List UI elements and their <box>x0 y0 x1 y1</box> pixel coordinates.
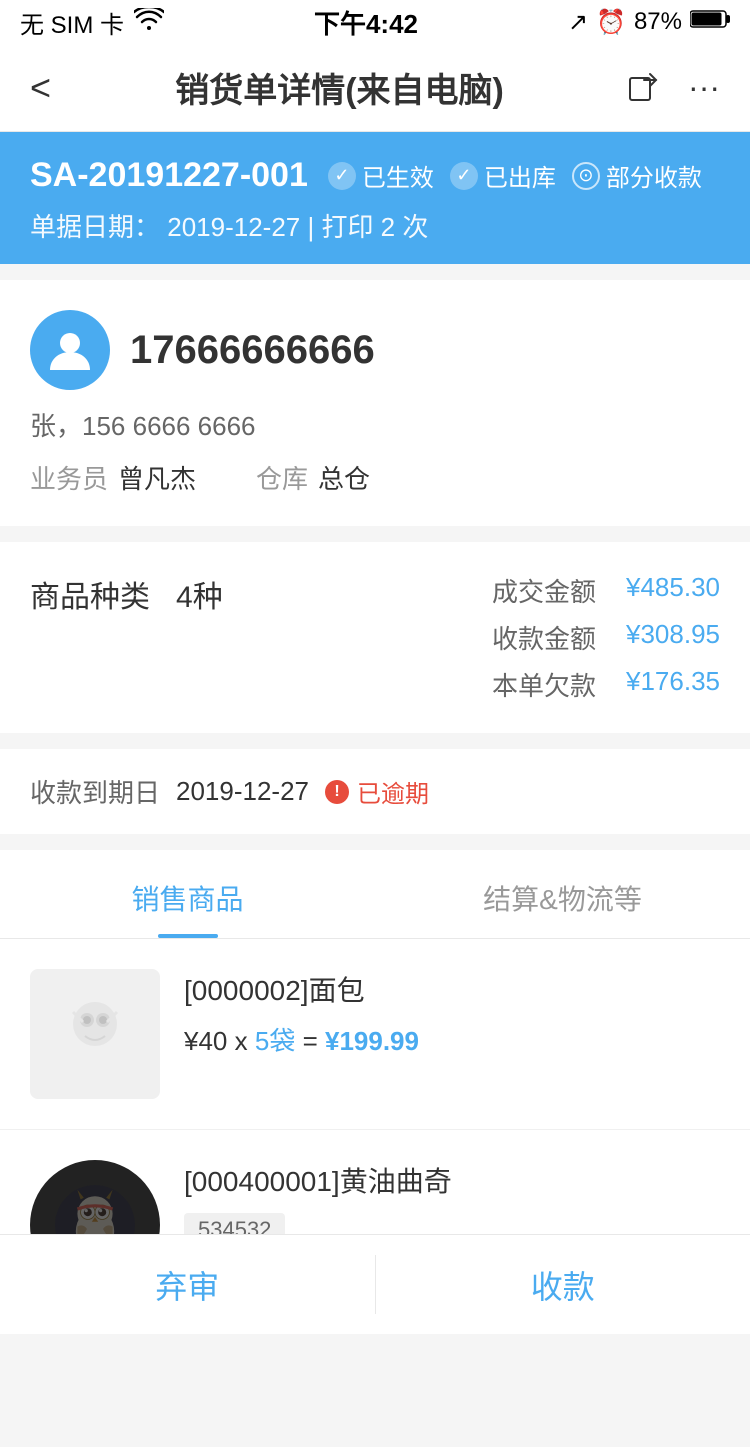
staff-info: 业务员 曾凡杰 <box>30 459 196 496</box>
financial-stats: 成交金额 ¥485.30 收款金额 ¥308.95 本单欠款 ¥176.35 <box>492 572 720 703</box>
warehouse-info: 仓库 总仓 <box>256 459 370 496</box>
due-label: 收款到期日 <box>30 773 160 810</box>
customer-meta: 业务员 曾凡杰 仓库 总仓 <box>30 459 720 496</box>
debt-amount: 本单欠款 ¥176.35 <box>492 666 720 703</box>
header-banner: SA-20191227-001 ✓ 已生效 ✓ 已出库 ⊙ 部分收款 单据日期：… <box>0 132 750 264</box>
more-button[interactable]: ··· <box>688 69 720 106</box>
warehouse-name: 总仓 <box>318 459 370 496</box>
deal-amount-value: ¥485.30 <box>626 572 720 609</box>
page-title: 销货单详情(来自电脑) <box>175 63 504 112</box>
date-label: 单据日期： <box>30 212 160 242</box>
cancel-review-button[interactable]: 弃审 <box>0 1235 375 1334</box>
order-number: SA-20191227-001 <box>30 156 308 195</box>
product-image-1 <box>30 969 160 1099</box>
status-bar: 无 SIM 卡 下午4:42 ↗ ⏰ 87% <box>0 0 750 44</box>
check-icon-1: ✓ <box>328 162 356 190</box>
check-icon-2: ✓ <box>450 162 478 190</box>
customer-avatar <box>30 310 110 390</box>
customer-name-phone: 张，156 6666 6666 <box>30 406 720 443</box>
receive-amount-label: 收款金额 <box>492 619 596 656</box>
tabs-section: 销售商品 结算&物流等 <box>0 850 750 939</box>
staff-label: 业务员 <box>30 459 108 496</box>
print-info: | 打印 2 次 <box>307 212 428 242</box>
battery-text: 87% <box>634 8 682 36</box>
status-left: 无 SIM 卡 <box>20 5 164 40</box>
product-price-1: ¥40 x 5袋 = ¥199.99 <box>184 1021 720 1058</box>
overdue-icon: ! <box>325 780 349 804</box>
customer-section: 17666666666 张，156 6666 6666 业务员 曾凡杰 仓库 总… <box>0 280 750 526</box>
status-badges: ✓ 已生效 ✓ 已出库 ⊙ 部分收款 <box>328 158 702 193</box>
due-date-value: 2019-12-27 <box>176 776 309 807</box>
deal-amount-label: 成交金额 <box>492 572 596 609</box>
clock-icon: ⊙ <box>572 162 600 190</box>
bottom-bar: 弃审 收款 <box>0 1234 750 1334</box>
product-name-1: [0000002]面包 <box>184 969 720 1009</box>
tab-settlement-logistics[interactable]: 结算&物流等 <box>375 850 750 938</box>
order-date: 2019-12-27 <box>167 212 300 242</box>
due-section: 收款到期日 2019-12-27 ! 已逾期 <box>0 749 750 834</box>
tab-sales-products[interactable]: 销售商品 <box>0 850 375 938</box>
receive-amount-value: ¥308.95 <box>626 619 720 656</box>
badge-effective: ✓ 已生效 <box>328 158 434 193</box>
status-right: ↗ ⏰ 87% <box>568 8 730 37</box>
product-qty-1: 5袋 <box>255 1026 295 1056</box>
nav-bar: < 销货单详情(来自电脑) ··· <box>0 44 750 132</box>
receive-amount: 收款金额 ¥308.95 <box>492 619 720 656</box>
deal-amount: 成交金额 ¥485.30 <box>492 572 720 609</box>
location-icon: ↗ <box>568 8 588 37</box>
badge-partial-payment: ⊙ 部分收款 <box>572 158 702 193</box>
product-item: [0000002]面包 ¥40 x 5袋 = ¥199.99 <box>0 939 750 1130</box>
kind-value: 4种 <box>176 581 223 614</box>
carrier-text: 无 SIM 卡 <box>20 5 124 40</box>
overdue-text: 已逾期 <box>357 774 429 809</box>
kind-label: 商品种类 4种 <box>30 572 223 616</box>
overdue-badge: ! 已逾期 <box>325 774 429 809</box>
debt-value: ¥176.35 <box>626 666 720 703</box>
product-name-2: [000400001]黄油曲奇 <box>184 1160 720 1200</box>
nav-actions: ··· <box>628 66 720 110</box>
debt-label: 本单欠款 <box>492 666 596 703</box>
alarm-icon: ⏰ <box>596 8 626 37</box>
share-button[interactable] <box>628 66 664 110</box>
stats-section: 商品种类 4种 成交金额 ¥485.30 收款金额 ¥308.95 本单欠款 ¥… <box>0 542 750 733</box>
badge-shipped: ✓ 已出库 <box>450 158 556 193</box>
staff-name: 曾凡杰 <box>118 459 196 496</box>
warehouse-label: 仓库 <box>256 459 308 496</box>
product-info-1: [0000002]面包 ¥40 x 5袋 = ¥199.99 <box>184 969 720 1058</box>
order-date-info: 单据日期： 2019-12-27 | 打印 2 次 <box>30 207 720 244</box>
product-kind: 商品种类 4种 <box>30 572 223 616</box>
back-button[interactable]: < <box>30 67 51 109</box>
collect-payment-button[interactable]: 收款 <box>376 1235 750 1334</box>
price-base-1: ¥40 <box>184 1026 227 1056</box>
product-total-1: ¥199.99 <box>325 1026 419 1056</box>
wifi-icon <box>134 8 164 37</box>
status-time: 下午4:42 <box>314 4 418 41</box>
customer-id: 17666666666 <box>130 328 375 373</box>
battery-icon <box>690 8 730 36</box>
